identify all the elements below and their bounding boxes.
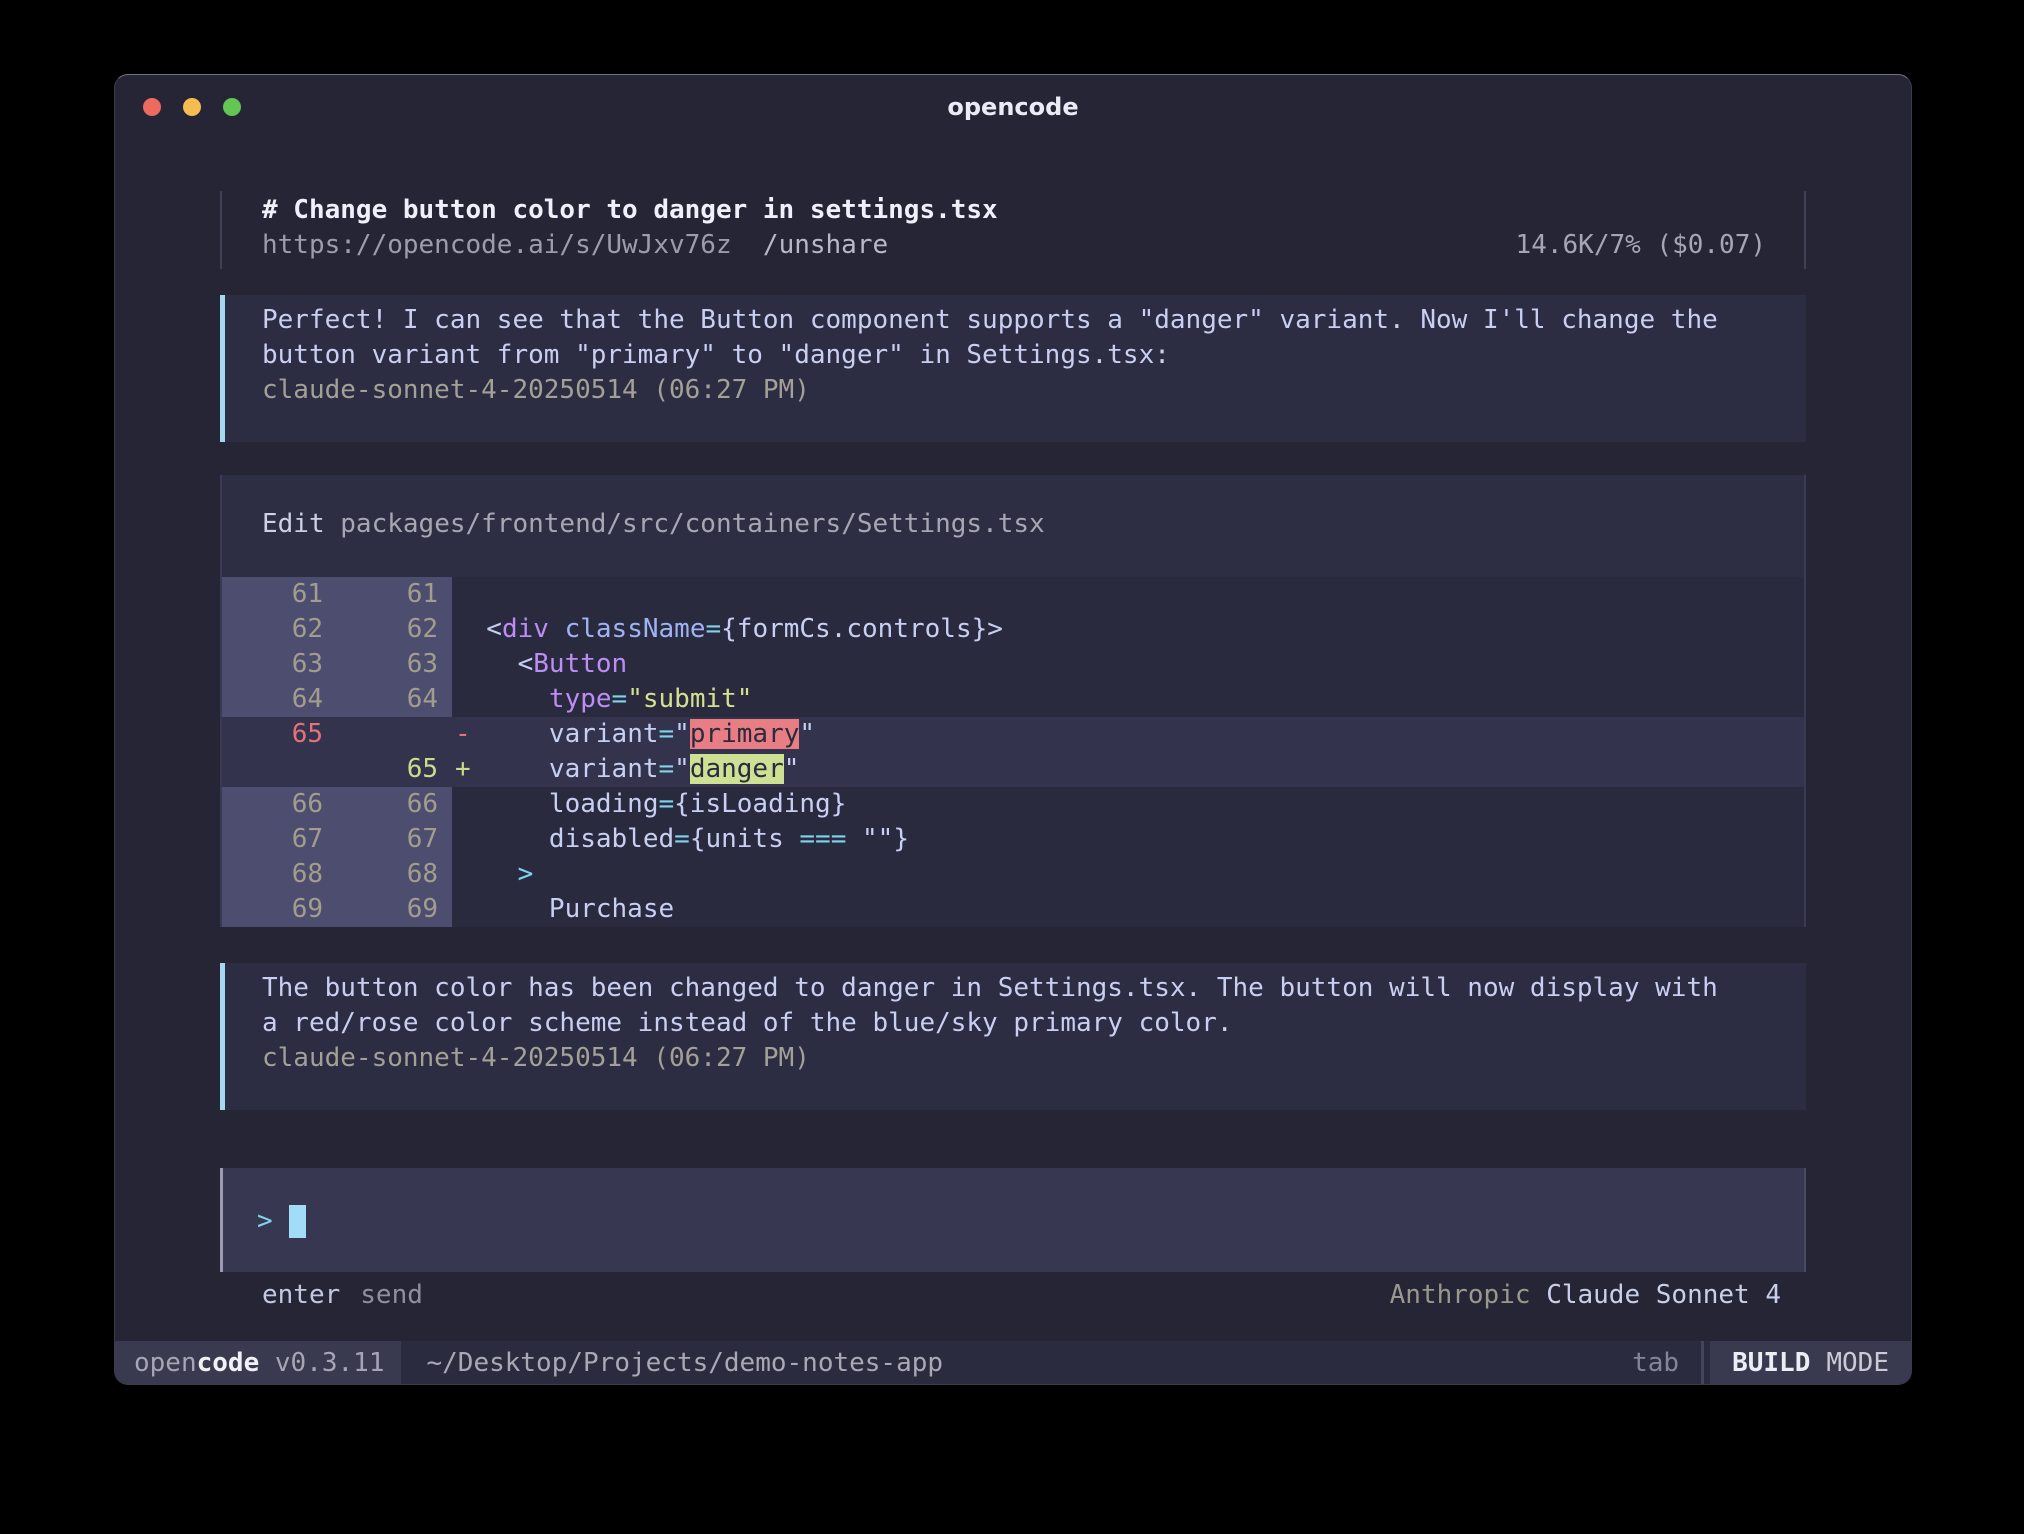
diff-row: 6868 > xyxy=(222,857,1804,892)
model-name: Claude Sonnet 4 xyxy=(1546,1280,1781,1310)
status-bar: opencode v0.3.11 ~/Desktop/Projects/demo… xyxy=(115,1341,1911,1384)
status-bar-right: tab BUILD MODE xyxy=(1632,1341,1911,1384)
assistant-message: The button color has been changed to dan… xyxy=(220,963,1806,1110)
enter-key-hint: enter xyxy=(262,1280,340,1310)
diff-row: 65+ variant="danger" xyxy=(222,752,1804,787)
edit-file-path: packages/frontend/src/containers/Setting… xyxy=(340,509,1044,539)
diff-row: 6767 disabled={units === ""} xyxy=(222,822,1804,857)
assistant-message: Perfect! I can see that the Button compo… xyxy=(220,295,1806,442)
token-cost-stats: 14.6K/7% ($0.07) xyxy=(1516,228,1766,263)
opencode-window: opencode # Change button color to danger… xyxy=(114,74,1912,1385)
diff-row: 6161 xyxy=(222,577,1804,612)
tab-key-hint: tab xyxy=(1632,1348,1679,1378)
diff-row: 6262 <div className={formCs.controls}> xyxy=(222,612,1804,647)
diff-row: 6363 <Button xyxy=(222,647,1804,682)
app-version: v0.3.11 xyxy=(259,1348,384,1378)
title-bar: opencode xyxy=(115,75,1911,139)
model-indicator: Anthropic Claude Sonnet 4 xyxy=(1390,1278,1781,1313)
zoom-window-button[interactable] xyxy=(223,98,241,116)
mode-suffix: MODE xyxy=(1826,1348,1889,1378)
window-title: opencode xyxy=(947,93,1078,121)
mode-name: BUILD xyxy=(1732,1348,1810,1378)
message-line: The button color has been changed to dan… xyxy=(262,971,1776,1006)
prompt-input[interactable]: > xyxy=(220,1168,1806,1272)
message-line: a red/rose color scheme instead of the b… xyxy=(262,1006,1776,1041)
traffic-lights xyxy=(143,75,241,139)
diff-row: 6969 Purchase xyxy=(222,892,1804,927)
diff-table: 61616262 <div className={formCs.controls… xyxy=(222,577,1804,927)
hint-row: enter send Anthropic Claude Sonnet 4 xyxy=(220,1278,1806,1313)
send-hint: enter send xyxy=(262,1278,423,1313)
app-name-code: code xyxy=(197,1348,260,1378)
edit-tool-block: Edit packages/frontend/src/containers/Se… xyxy=(220,475,1806,927)
send-action-label: send xyxy=(360,1280,423,1310)
session-header: # Change button color to danger in setti… xyxy=(220,191,1806,269)
status-divider xyxy=(1701,1341,1704,1384)
diff-row: 6464 type="submit" xyxy=(222,682,1804,717)
mode-toggle[interactable]: BUILD MODE xyxy=(1710,1341,1911,1384)
text-cursor xyxy=(289,1205,306,1238)
edit-action-label: Edit xyxy=(262,509,340,539)
provider-name: Anthropic xyxy=(1390,1280,1547,1310)
message-meta: claude-sonnet-4-20250514 (06:27 PM) xyxy=(262,1041,1776,1076)
share-url[interactable]: https://opencode.ai/s/UwJxv76z xyxy=(262,230,732,260)
edit-tool-title: Edit packages/frontend/src/containers/Se… xyxy=(222,475,1804,542)
session-title: # Change button color to danger in setti… xyxy=(262,193,1766,228)
message-line: button variant from "primary" to "danger… xyxy=(262,338,1776,373)
working-directory: ~/Desktop/Projects/demo-notes-app xyxy=(426,1348,943,1378)
minimize-window-button[interactable] xyxy=(183,98,201,116)
message-line: Perfect! I can see that the Button compo… xyxy=(262,303,1776,338)
session-view: # Change button color to danger in setti… xyxy=(115,191,1911,1313)
close-window-button[interactable] xyxy=(143,98,161,116)
share-line: https://opencode.ai/s/UwJxv76z /unshare xyxy=(262,228,888,263)
session-subheader: https://opencode.ai/s/UwJxv76z /unshare … xyxy=(262,228,1766,263)
diff-row: 6666 loading={isLoading} xyxy=(222,787,1804,822)
app-version-segment: opencode v0.3.11 xyxy=(115,1341,401,1384)
prompt-chevron: > xyxy=(257,1206,273,1236)
unshare-command[interactable]: /unshare xyxy=(732,230,889,260)
app-name-open: open xyxy=(134,1348,197,1378)
message-meta: claude-sonnet-4-20250514 (06:27 PM) xyxy=(262,373,1776,408)
diff-row: 65- variant="primary" xyxy=(222,717,1804,752)
